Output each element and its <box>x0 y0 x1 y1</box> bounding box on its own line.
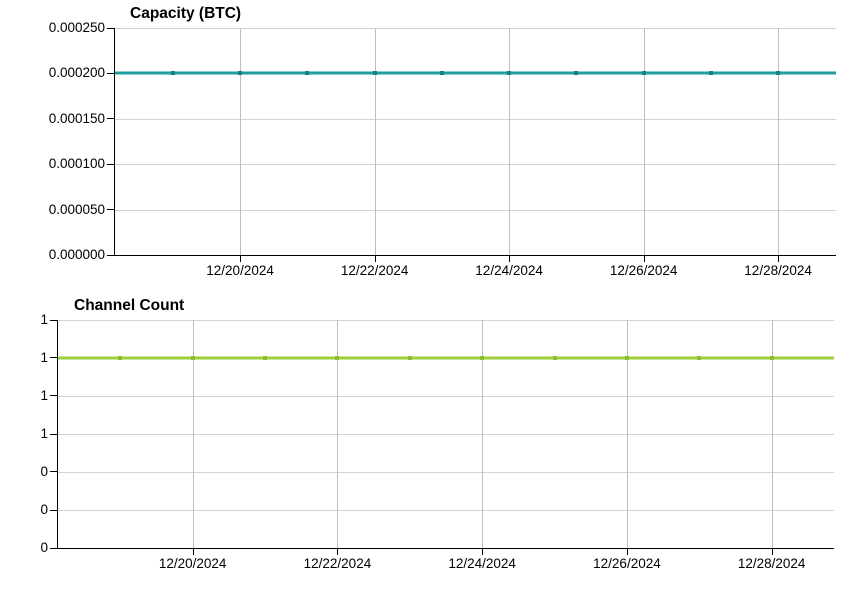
y-axis-tick <box>107 163 115 165</box>
channel-count-chart-title: Channel Count <box>74 297 185 314</box>
x-axis-tick-label: 12/24/2024 <box>448 556 516 571</box>
y-axis-tick-label: 0.000150 <box>48 110 105 126</box>
data-point-marker <box>439 71 444 76</box>
data-point-marker <box>335 356 340 360</box>
y-axis-tick-label: 0.000000 <box>48 247 105 262</box>
y-axis-tick-label: 0.000100 <box>48 156 105 172</box>
x-axis-tick <box>509 255 511 262</box>
horizontal-grid-line <box>58 510 834 511</box>
x-axis-tick-label: 12/26/2024 <box>609 263 678 278</box>
data-point-marker <box>305 71 310 76</box>
y-axis-tick <box>107 72 115 74</box>
x-axis-tick-label: 12/22/2024 <box>340 263 409 278</box>
data-point-marker <box>507 71 512 76</box>
data-point-marker <box>574 71 579 76</box>
y-axis-tick <box>107 254 115 256</box>
vertical-grid-line <box>778 28 780 255</box>
y-axis-tick-label: 1 <box>40 312 48 327</box>
y-axis-tick <box>107 27 115 29</box>
y-axis-tick <box>50 357 58 359</box>
y-axis-tick <box>50 433 58 435</box>
x-axis-tick-label: 12/20/2024 <box>206 263 274 278</box>
vertical-grid-line <box>482 320 484 548</box>
data-point-marker <box>776 71 781 76</box>
x-axis-tick <box>482 548 484 555</box>
horizontal-grid-line <box>115 164 836 166</box>
x-axis-tick <box>374 255 376 262</box>
x-axis-tick <box>771 548 773 555</box>
horizontal-grid-line <box>58 471 834 473</box>
vertical-grid-line <box>192 320 194 548</box>
x-axis-tick <box>643 255 645 262</box>
data-point-marker <box>190 356 195 360</box>
y-axis-tick-label: 0 <box>40 540 48 555</box>
data-point-marker <box>372 71 377 76</box>
data-point-marker <box>641 71 646 76</box>
horizontal-grid-line <box>115 209 836 211</box>
y-axis-tick <box>50 395 58 397</box>
x-axis-tick-label: 12/28/2024 <box>744 263 812 278</box>
vertical-grid-line <box>240 28 242 255</box>
x-axis-tick <box>240 255 242 262</box>
vertical-grid-line <box>643 28 645 255</box>
channel-count-plot-area: 1 1 1 1 0 0 0 12/20/2024 12/22/2024 12/24/2024 12/… <box>40 313 834 571</box>
vertical-grid-line <box>626 320 628 548</box>
y-axis-tick-label: 1 <box>40 387 48 403</box>
data-point-marker <box>697 356 702 360</box>
data-series-line <box>58 356 834 360</box>
vertical-grid-line <box>509 28 511 255</box>
y-axis-tick <box>50 319 58 321</box>
y-axis-tick-label: 1 <box>40 349 48 365</box>
data-point-marker <box>552 356 557 360</box>
y-axis-tick <box>50 547 58 549</box>
vertical-grid-line <box>337 320 339 548</box>
y-axis-tick-label: 0 <box>40 502 48 517</box>
capacity-chart-title: Capacity (BTC) <box>130 5 242 22</box>
x-axis-tick <box>337 548 339 555</box>
x-axis-tick <box>192 548 194 555</box>
vertical-grid-line <box>374 28 376 255</box>
x-axis-tick <box>626 548 628 555</box>
horizontal-grid-line <box>58 395 834 397</box>
horizontal-grid-line <box>58 320 834 321</box>
data-point-marker <box>118 356 123 360</box>
capacity-plot-area: 0.000250 0.000200 0.000150 0.000100 0.000050… <box>49 21 836 278</box>
data-point-marker <box>238 71 243 76</box>
data-point-marker <box>170 71 175 76</box>
y-axis-tick <box>107 209 115 211</box>
y-axis-tick-label: 0.000050 <box>48 201 105 217</box>
horizontal-grid-line <box>115 118 836 120</box>
x-axis-tick-label: 12/28/2024 <box>737 556 806 571</box>
x-axis-tick-label: 12/24/2024 <box>475 263 543 278</box>
y-axis-tick-label: 0 <box>40 463 48 479</box>
x-axis-tick-label: 12/22/2024 <box>303 556 372 571</box>
data-point-marker <box>263 356 268 360</box>
horizontal-grid-line <box>58 434 834 435</box>
y-axis-tick <box>50 471 58 473</box>
data-point-marker <box>624 356 629 360</box>
y-axis-tick <box>107 118 115 120</box>
x-axis-tick-label: 12/20/2024 <box>158 556 227 571</box>
horizontal-grid-line <box>115 28 836 29</box>
data-series-line <box>115 71 836 75</box>
node-stats-dashboard: Capacity (BTC) 0.000250 0.000200 0.000150 0… <box>0 0 860 600</box>
data-point-marker <box>407 356 412 360</box>
y-axis-tick-label: 1 <box>40 426 48 441</box>
data-point-marker <box>480 356 485 360</box>
data-point-marker <box>708 71 713 76</box>
y-axis-tick <box>50 509 58 511</box>
x-axis-tick-label: 12/26/2024 <box>593 556 661 571</box>
vertical-grid-line <box>771 320 773 548</box>
data-point-marker <box>769 356 774 360</box>
y-axis-tick-label: 0.000250 <box>48 20 105 35</box>
y-axis-tick-label: 0.000200 <box>48 65 105 81</box>
x-axis-tick <box>778 255 780 262</box>
